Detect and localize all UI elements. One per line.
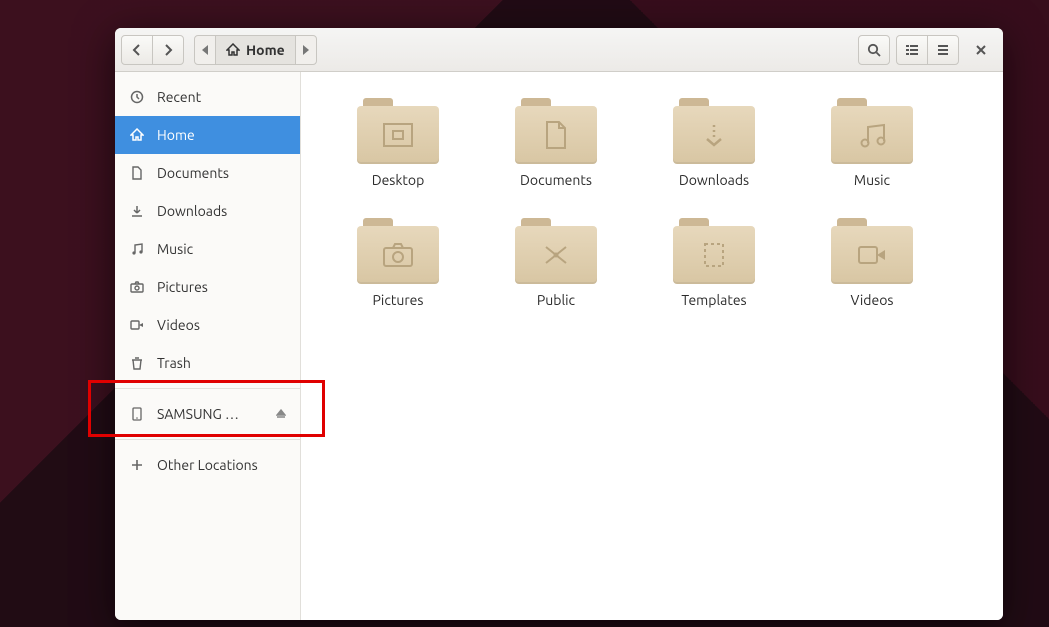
sidebar-item-documents[interactable]: Documents bbox=[115, 154, 300, 192]
list-view-button[interactable] bbox=[896, 35, 928, 65]
sidebar-item-label: SAMSUNG … bbox=[157, 406, 239, 422]
folder-downloads[interactable]: Downloads bbox=[635, 94, 793, 188]
desktop-glyph-icon bbox=[381, 121, 415, 149]
folder-label: Templates bbox=[681, 292, 746, 308]
folder-label: Downloads bbox=[679, 172, 749, 188]
forward-button[interactable] bbox=[152, 35, 184, 65]
sidebar-item-home[interactable]: Home bbox=[115, 116, 300, 154]
folder-label: Videos bbox=[851, 292, 894, 308]
sidebar-item-label: Recent bbox=[157, 89, 201, 105]
search-icon bbox=[867, 43, 881, 57]
sidebar-item-label: Other Locations bbox=[157, 457, 258, 473]
sidebar-item-label: Videos bbox=[157, 317, 200, 333]
folder-documents[interactable]: Documents bbox=[477, 94, 635, 188]
camera-glyph-icon bbox=[382, 242, 414, 268]
folder-icon bbox=[673, 94, 755, 164]
home-icon bbox=[129, 128, 145, 142]
folder-public[interactable]: Public bbox=[477, 214, 635, 308]
list-view-icon bbox=[905, 43, 919, 57]
sidebar-separator bbox=[115, 388, 300, 389]
files-window: Home bbox=[115, 28, 1003, 620]
hamburger-icon bbox=[936, 43, 950, 57]
folder-icon bbox=[831, 94, 913, 164]
sidebar-item-music[interactable]: Music bbox=[115, 230, 300, 268]
video-glyph-icon bbox=[857, 243, 887, 267]
folder-icon bbox=[515, 214, 597, 284]
folder-label: Public bbox=[537, 292, 575, 308]
clock-icon bbox=[129, 90, 145, 104]
document-icon bbox=[129, 166, 145, 180]
camera-icon bbox=[129, 281, 145, 293]
triangle-right-icon bbox=[302, 45, 310, 55]
search-button[interactable] bbox=[858, 35, 890, 65]
close-button[interactable] bbox=[965, 35, 997, 65]
sidebar-item-label: Documents bbox=[157, 165, 229, 181]
music-glyph-icon bbox=[857, 121, 887, 149]
places-sidebar: Recent Home Documents Downloads bbox=[115, 72, 301, 620]
template-glyph-icon bbox=[702, 241, 726, 269]
folder-grid: Desktop Documents bbox=[319, 94, 985, 308]
path-label: Home bbox=[246, 42, 285, 58]
sidebar-item-label: Home bbox=[157, 127, 195, 143]
folder-pictures[interactable]: Pictures bbox=[319, 214, 477, 308]
eject-button[interactable] bbox=[276, 409, 286, 419]
folder-icon bbox=[673, 214, 755, 284]
folder-icon bbox=[831, 214, 913, 284]
trash-icon bbox=[129, 356, 145, 370]
video-icon bbox=[129, 319, 145, 331]
sidebar-item-label: Downloads bbox=[157, 203, 227, 219]
sidebar-item-recent[interactable]: Recent bbox=[115, 78, 300, 116]
window-body: Recent Home Documents Downloads bbox=[115, 72, 1003, 620]
plus-icon bbox=[129, 459, 145, 471]
nav-buttons bbox=[121, 35, 184, 65]
headerbar: Home bbox=[115, 28, 1003, 72]
folder-desktop[interactable]: Desktop bbox=[319, 94, 477, 188]
folder-icon bbox=[515, 94, 597, 164]
document-glyph-icon bbox=[543, 120, 569, 150]
icon-view: Desktop Documents bbox=[301, 72, 1003, 620]
sidebar-item-trash[interactable]: Trash bbox=[115, 344, 300, 382]
view-buttons bbox=[896, 35, 959, 65]
sidebar-item-downloads[interactable]: Downloads bbox=[115, 192, 300, 230]
chevron-left-icon bbox=[131, 44, 143, 56]
path-bar: Home bbox=[194, 35, 317, 65]
sidebar-item-label: Trash bbox=[157, 355, 191, 371]
folder-icon bbox=[357, 94, 439, 164]
folder-label: Desktop bbox=[372, 172, 425, 188]
folder-label: Music bbox=[854, 172, 890, 188]
download-icon bbox=[129, 204, 145, 218]
path-prev[interactable] bbox=[194, 35, 216, 65]
sidebar-item-label: Pictures bbox=[157, 279, 208, 295]
close-icon bbox=[975, 44, 987, 56]
sidebar-item-label: Music bbox=[157, 241, 193, 257]
download-glyph-icon bbox=[700, 121, 728, 149]
chevron-right-icon bbox=[162, 44, 174, 56]
sidebar-item-device-samsung[interactable]: SAMSUNG … bbox=[115, 395, 300, 433]
folder-label: Pictures bbox=[373, 292, 424, 308]
folder-label: Documents bbox=[520, 172, 592, 188]
folder-icon bbox=[357, 214, 439, 284]
home-icon bbox=[226, 43, 240, 57]
sidebar-item-pictures[interactable]: Pictures bbox=[115, 268, 300, 306]
eject-icon bbox=[276, 409, 286, 419]
sidebar-separator bbox=[115, 439, 300, 440]
back-button[interactable] bbox=[121, 35, 153, 65]
folder-videos[interactable]: Videos bbox=[793, 214, 951, 308]
folder-music[interactable]: Music bbox=[793, 94, 951, 188]
sidebar-item-videos[interactable]: Videos bbox=[115, 306, 300, 344]
sidebar-item-other-locations[interactable]: Other Locations bbox=[115, 446, 300, 484]
folder-templates[interactable]: Templates bbox=[635, 214, 793, 308]
path-next[interactable] bbox=[295, 35, 317, 65]
share-glyph-icon bbox=[542, 241, 570, 269]
music-icon bbox=[129, 242, 145, 256]
menu-button[interactable] bbox=[927, 35, 959, 65]
phone-icon bbox=[129, 407, 145, 421]
triangle-left-icon bbox=[201, 45, 209, 55]
path-segment-home[interactable]: Home bbox=[215, 35, 296, 65]
